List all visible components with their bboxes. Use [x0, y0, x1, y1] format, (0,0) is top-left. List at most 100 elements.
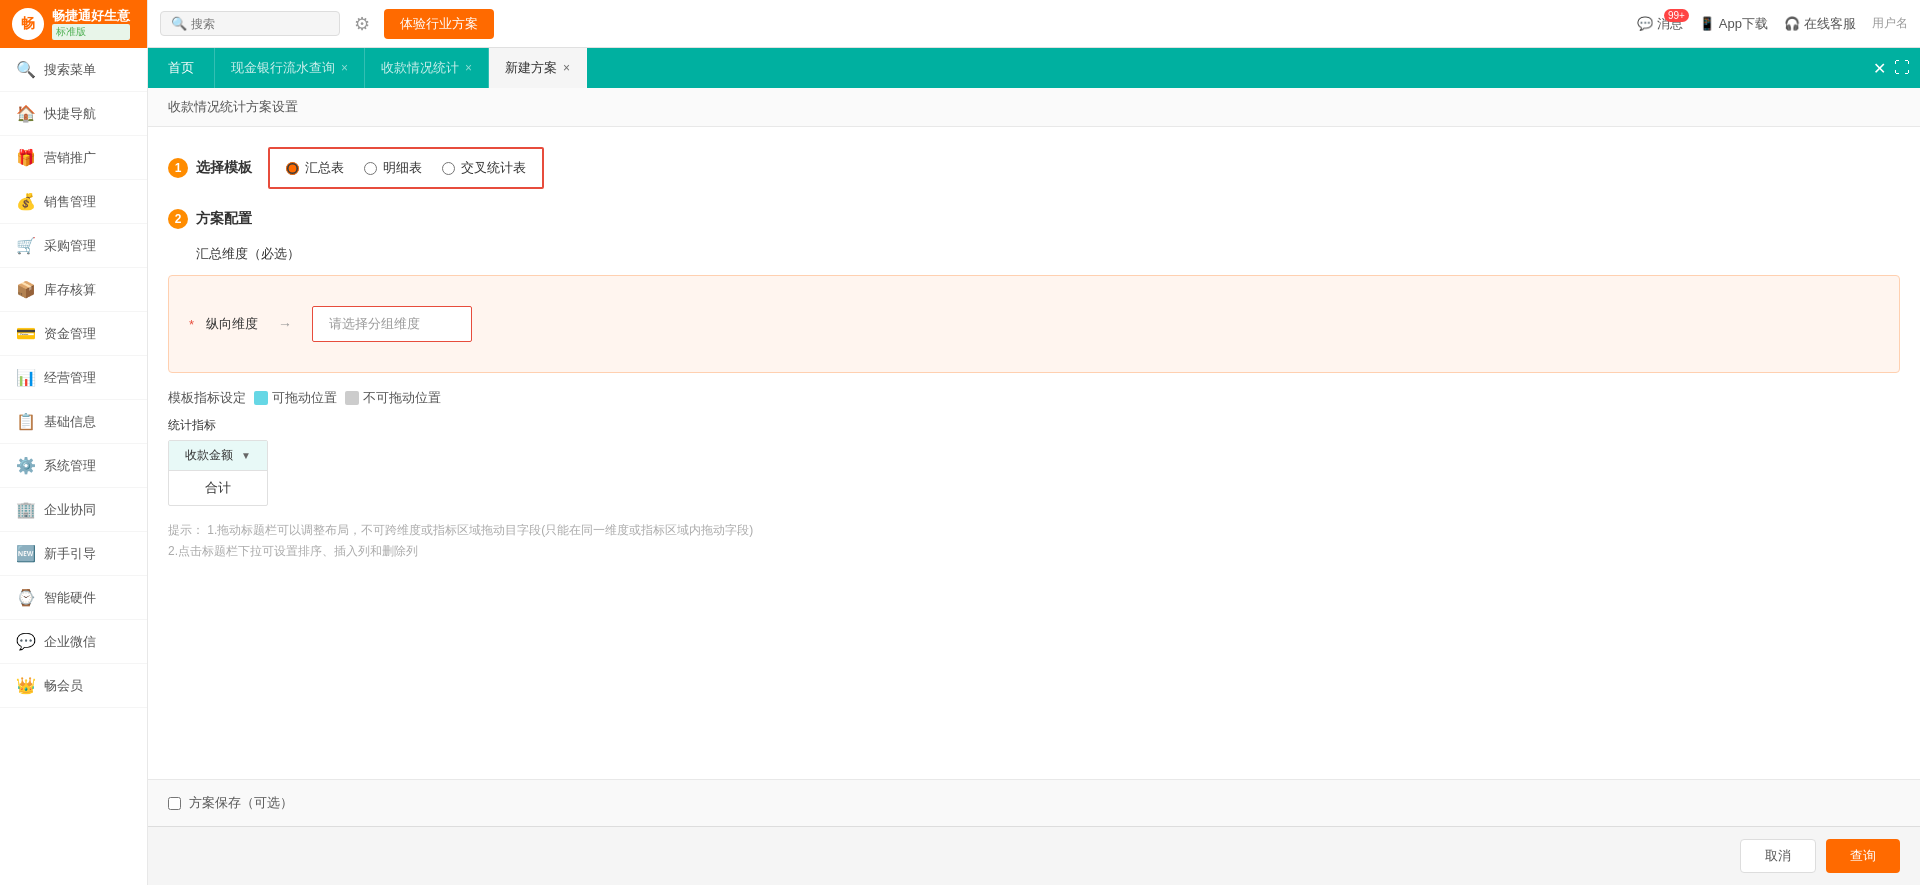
sidebar: 畅 畅捷通好生意 标准版 🔍 搜索菜单 🏠 快捷导航 🎁 营销推广 💰 销售管理… [0, 0, 148, 885]
page-content: 1 选择模板 汇总表 明细表 交叉统计表 [148, 127, 1920, 779]
sidebar-label-wechat: 企业微信 [44, 633, 96, 651]
section1-number: 1 [168, 158, 188, 178]
query-button[interactable]: 查询 [1826, 839, 1900, 873]
save-section: 方案保存（可选） [148, 779, 1920, 826]
online-support-btn[interactable]: 🎧 在线客服 [1784, 15, 1856, 33]
sidebar-item-search-menu[interactable]: 🔍 搜索菜单 [0, 48, 147, 92]
sidebar-label-inventory: 库存核算 [44, 281, 96, 299]
chevron-down-icon[interactable]: ▼ [241, 450, 251, 461]
sidebar-item-enterprise[interactable]: 🏢 企业协同 [0, 488, 147, 532]
tabs-right-actions: ✕ ⛶ [1863, 59, 1920, 78]
tip-1: 提示： 1.拖动标题栏可以调整布局，不可跨维度或指标区域拖动目字段(只能在同一维… [168, 522, 1900, 539]
basic-info-icon: 📋 [16, 412, 36, 431]
smart-hw-icon: ⌚ [16, 588, 36, 607]
notification-btn[interactable]: 💬 消息 99+ [1637, 15, 1683, 33]
topbar-search-box[interactable]: 🔍 [160, 11, 340, 36]
notification-badge: 99+ [1664, 9, 1689, 22]
sidebar-item-sales[interactable]: 💰 销售管理 [0, 180, 147, 224]
sidebar-label-quick-nav: 快捷导航 [44, 105, 96, 123]
tab-bank-flow-close[interactable]: × [341, 61, 348, 75]
logo-badge: 标准版 [52, 24, 130, 40]
tab-new-plan[interactable]: 新建方案 × [489, 48, 587, 88]
search-menu-icon: 🔍 [16, 60, 36, 79]
search-input[interactable] [191, 17, 331, 31]
search-icon: 🔍 [171, 16, 187, 31]
sidebar-item-wechat[interactable]: 💬 企业微信 [0, 620, 147, 664]
tab-close-all-icon[interactable]: ✕ [1873, 59, 1886, 78]
notification-icon: 💬 [1637, 16, 1653, 31]
page-title-bar: 收款情况统计方案设置 [148, 88, 1920, 127]
sidebar-item-marketing[interactable]: 🎁 营销推广 [0, 136, 147, 180]
template-detail-radio[interactable] [364, 162, 377, 175]
section2-header: 2 方案配置 [168, 209, 1900, 229]
template-summary-radio[interactable] [286, 162, 299, 175]
template-cross-label: 交叉统计表 [461, 159, 526, 177]
template-summary-option[interactable]: 汇总表 [286, 159, 344, 177]
sidebar-item-member[interactable]: 👑 畅会员 [0, 664, 147, 708]
template-selection-box: 汇总表 明细表 交叉统计表 [268, 147, 544, 189]
wechat-icon: 💬 [16, 632, 36, 651]
template-cross-option[interactable]: 交叉统计表 [442, 159, 526, 177]
online-support-label: 在线客服 [1804, 15, 1856, 33]
app-icon: 📱 [1699, 16, 1715, 31]
dimension-select[interactable]: 请选择分组维度 [312, 306, 472, 342]
tab-receipt-stats-close[interactable]: × [465, 61, 472, 75]
dimension-placeholder: 请选择分组维度 [329, 316, 420, 331]
sidebar-label-search-menu: 搜索菜单 [44, 61, 96, 79]
sidebar-label-sales: 销售管理 [44, 193, 96, 211]
sidebar-item-finance[interactable]: 💳 资金管理 [0, 312, 147, 356]
industry-btn[interactable]: 体验行业方案 [384, 9, 494, 39]
save-checkbox[interactable] [168, 797, 181, 810]
sidebar-item-quick-nav[interactable]: 🏠 快捷导航 [0, 92, 147, 136]
marketing-icon: 🎁 [16, 148, 36, 167]
app-download-btn[interactable]: 📱 App下载 [1699, 15, 1768, 33]
dimension-config-box: * 纵向维度 → 请选择分组维度 [168, 275, 1900, 373]
topbar-right: 💬 消息 99+ 📱 App下载 🎧 在线客服 用户名 [1637, 15, 1908, 33]
tab-home[interactable]: 首页 [148, 48, 215, 88]
quick-nav-icon: 🏠 [16, 104, 36, 123]
sidebar-logo: 畅 畅捷通好生意 标准版 [0, 0, 147, 48]
tab-bank-flow-label: 现金银行流水查询 [231, 59, 335, 77]
content-area: 收款情况统计方案设置 1 选择模板 汇总表 明细表 [148, 88, 1920, 826]
sidebar-item-operations[interactable]: 📊 经营管理 [0, 356, 147, 400]
tab-new-plan-close[interactable]: × [563, 61, 570, 75]
draggable-badge [254, 391, 268, 405]
tip-2: 2.点击标题栏下拉可设置排序、插入列和删除列 [168, 543, 1900, 560]
sidebar-label-finance: 资金管理 [44, 325, 96, 343]
tab-expand-icon[interactable]: ⛶ [1894, 59, 1910, 77]
tips-section: 提示： 1.拖动标题栏可以调整布局，不可跨维度或指标区域拖动目字段(只能在同一维… [168, 522, 1900, 560]
tab-bank-flow[interactable]: 现金银行流水查询 × [215, 48, 365, 88]
tabs-bar: 首页 现金银行流水查询 × 收款情况统计 × 新建方案 × ✕ ⛶ [148, 48, 1920, 88]
sidebar-item-system[interactable]: ⚙️ 系统管理 [0, 444, 147, 488]
metrics-col-header: 收款金额 ▼ [169, 441, 267, 471]
sidebar-label-purchase: 采购管理 [44, 237, 96, 255]
sidebar-item-guide[interactable]: 🆕 新手引导 [0, 532, 147, 576]
template-detail-option[interactable]: 明细表 [364, 159, 422, 177]
sidebar-label-marketing: 营销推广 [44, 149, 96, 167]
app-download-label: App下载 [1719, 15, 1768, 33]
col-header-text: 收款金额 [185, 447, 233, 464]
dimension-section-title: 汇总维度（必选） [196, 245, 1900, 263]
sidebar-label-basic-info: 基础信息 [44, 413, 96, 431]
tab-receipt-stats[interactable]: 收款情况统计 × [365, 48, 489, 88]
metrics-col-item: 合计 [169, 471, 267, 505]
template-cross-radio[interactable] [442, 162, 455, 175]
tab-new-plan-label: 新建方案 [505, 59, 557, 77]
sidebar-label-operations: 经营管理 [44, 369, 96, 387]
sidebar-item-inventory[interactable]: 📦 库存核算 [0, 268, 147, 312]
template-detail-label: 明细表 [383, 159, 422, 177]
draggable-label: 可拖动位置 [272, 389, 337, 407]
sidebar-item-smart-hw[interactable]: ⌚ 智能硬件 [0, 576, 147, 620]
user-label: 用户名 [1872, 15, 1908, 32]
sidebar-item-basic-info[interactable]: 📋 基础信息 [0, 400, 147, 444]
purchase-icon: 🛒 [16, 236, 36, 255]
sidebar-item-purchase[interactable]: 🛒 采购管理 [0, 224, 147, 268]
metrics-table: 收款金额 ▼ 合计 [168, 440, 268, 506]
not-draggable-label: 不可拖动位置 [363, 389, 441, 407]
settings-icon[interactable]: ⚙ [348, 10, 376, 38]
system-icon: ⚙️ [16, 456, 36, 475]
inventory-icon: 📦 [16, 280, 36, 299]
cancel-button[interactable]: 取消 [1740, 839, 1816, 873]
arrow-right-icon: → [278, 316, 292, 332]
sidebar-label-guide: 新手引导 [44, 545, 96, 563]
